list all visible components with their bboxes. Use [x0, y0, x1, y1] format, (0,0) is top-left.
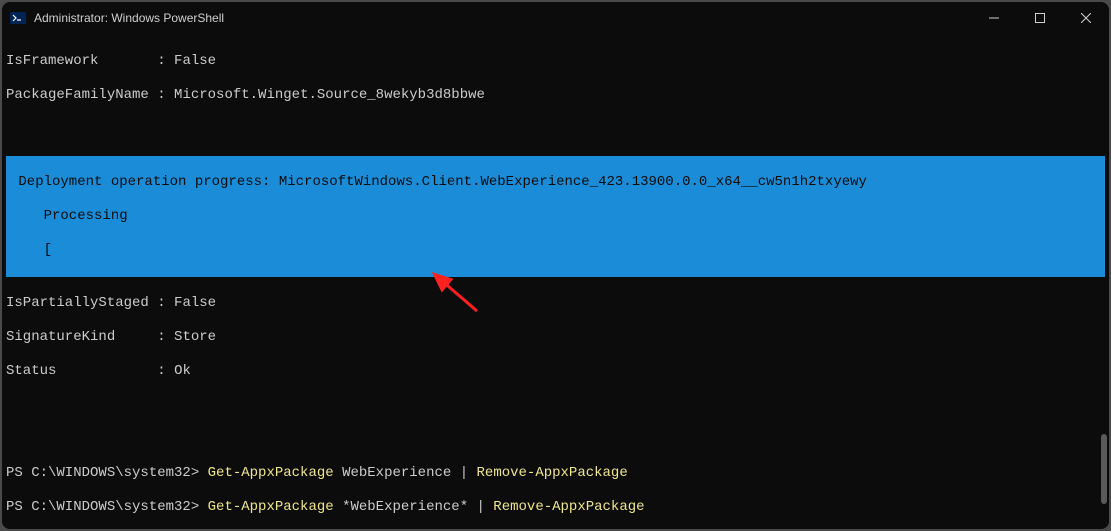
- argument: WebExperience: [334, 465, 460, 481]
- pipe: |: [477, 499, 485, 515]
- terminal-output[interactable]: IsFramework : False PackageFamilyName : …: [2, 34, 1109, 529]
- command-line-1: PS C:\WINDOWS\system32> Get-AppxPackage …: [6, 465, 1105, 482]
- titlebar[interactable]: Administrator: Windows PowerShell: [2, 2, 1109, 34]
- window-title: Administrator: Windows PowerShell: [34, 11, 971, 25]
- blank-line: [6, 431, 1105, 448]
- maximize-button[interactable]: [1017, 2, 1063, 34]
- powershell-window: Administrator: Windows PowerShell IsFram…: [2, 2, 1109, 529]
- output-ispartiallystaged: IsPartiallyStaged : False: [6, 295, 1105, 312]
- cmdlet: Get-AppxPackage: [208, 499, 334, 515]
- powershell-icon: [10, 10, 26, 26]
- output-status: Status : Ok: [6, 363, 1105, 380]
- cmdlet: Get-AppxPackage: [208, 465, 334, 481]
- progress-line2: Processing: [6, 208, 1105, 225]
- blank-line: [6, 121, 1105, 138]
- output-signaturekind: SignatureKind : Store: [6, 329, 1105, 346]
- scrollbar-thumb[interactable]: [1101, 434, 1107, 504]
- progress-line1: Deployment operation progress: Microsoft…: [6, 174, 1105, 191]
- close-button[interactable]: [1063, 2, 1109, 34]
- prompt: PS C:\WINDOWS\system32>: [6, 465, 208, 481]
- output-packagefamilyname: PackageFamilyName : Microsoft.Winget.Sou…: [6, 87, 1105, 104]
- prompt: PS C:\WINDOWS\system32>: [6, 499, 208, 515]
- argument: *WebExperience*: [334, 499, 477, 515]
- minimize-button[interactable]: [971, 2, 1017, 34]
- cmdlet: Remove-AppxPackage: [468, 465, 628, 481]
- window-controls: [971, 2, 1109, 34]
- blank-line: [6, 397, 1105, 414]
- cmdlet: Remove-AppxPackage: [485, 499, 645, 515]
- progress-block: Deployment operation progress: Microsoft…: [6, 156, 1105, 277]
- progress-bar: [ ]: [6, 242, 1105, 259]
- output-isframework: IsFramework : False: [6, 53, 1105, 70]
- pipe: |: [460, 465, 468, 481]
- command-line-2: PS C:\WINDOWS\system32> Get-AppxPackage …: [6, 499, 1105, 516]
